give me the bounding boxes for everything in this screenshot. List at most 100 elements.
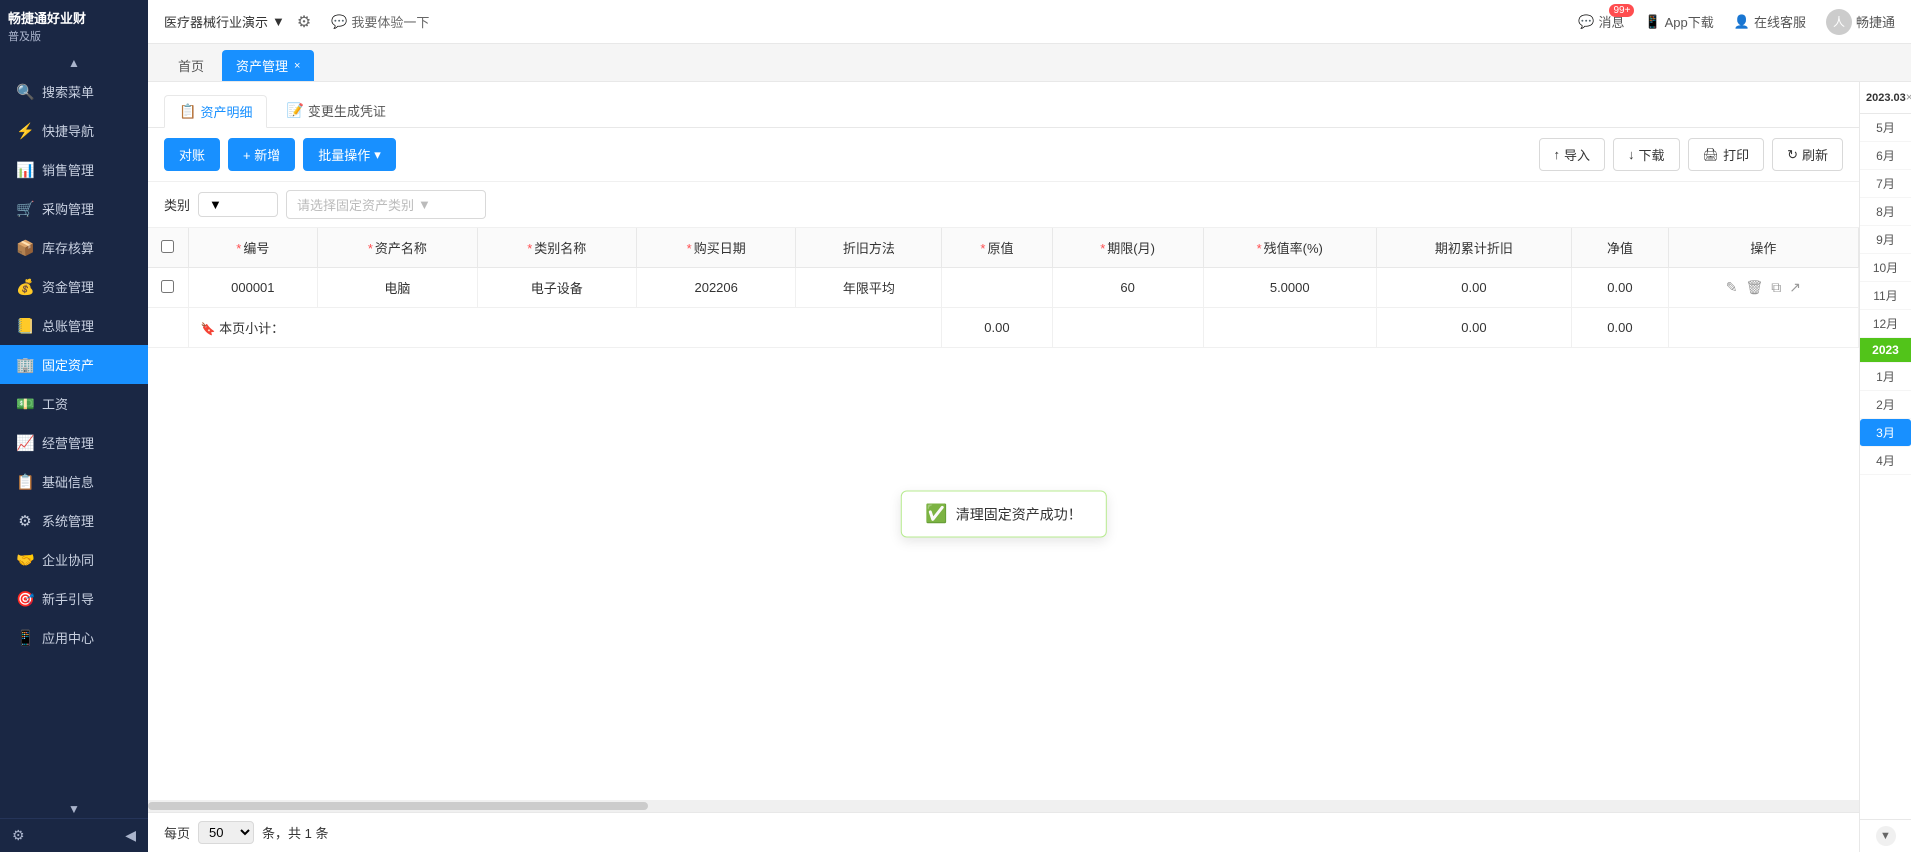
sidebar-item-system[interactable]: ⚙ 系统管理 — [0, 501, 148, 540]
print-button[interactable]: 🖨 打印 — [1688, 138, 1765, 171]
per-page-select[interactable]: 50 100 200 — [198, 821, 254, 844]
row-period: 60 — [1052, 268, 1203, 308]
success-toast: ✅ 清理固定资产成功！ — [900, 491, 1106, 538]
copy-icon[interactable]: ⧉ — [1771, 279, 1781, 296]
reconcile-button[interactable]: 对账 — [164, 138, 220, 171]
sidebar-item-basic-info[interactable]: 📋 基础信息 — [0, 462, 148, 501]
topbar-settings-icon[interactable]: ⚙ — [297, 12, 311, 32]
user-profile[interactable]: 人 畅捷通 — [1826, 9, 1895, 35]
month-item-2023[interactable]: 2023 — [1860, 338, 1911, 363]
experience-label: 我要体验一下 — [351, 12, 429, 31]
app-title: 畅捷通好业财 — [8, 10, 86, 28]
filter-asset-category-input[interactable]: 请选择固定资产类别 ▼ — [286, 190, 486, 219]
row-checkbox[interactable] — [161, 280, 174, 293]
content-area: 📋 资产明细 📝 变更生成凭证 对账 + 新增 批量操作 ▾ — [148, 82, 1911, 852]
funds-icon: 💰 — [16, 278, 34, 296]
sub-tab-change-voucher[interactable]: 📝 变更生成凭证 — [271, 94, 400, 127]
row-initial-accum: 0.00 — [1376, 268, 1571, 308]
basic-info-icon: 📋 — [16, 473, 34, 491]
month-item-11月[interactable]: 11月 — [1860, 282, 1911, 310]
month-item-9月[interactable]: 9月 — [1860, 226, 1911, 254]
batch-ops-label: 批量操作 — [318, 145, 370, 164]
sidebar-item-app-center[interactable]: 📱 应用中心 — [0, 618, 148, 657]
sidebar-item-fixed-assets[interactable]: 🏢 固定资产 — [0, 345, 148, 384]
subtotal-period — [1052, 308, 1203, 348]
print-label: 打印 — [1723, 145, 1749, 164]
success-message: 清理固定资产成功！ — [956, 504, 1082, 524]
sidebar-item-quick-nav[interactable]: ⚡ 快捷导航 — [0, 111, 148, 150]
company-selector[interactable]: 医疗器械行业演示 ▼ — [164, 12, 285, 31]
filter-input-arrow: ▼ — [418, 197, 431, 212]
online-service-button[interactable]: 👤 在线客服 — [1734, 12, 1806, 31]
app-download-button[interactable]: 📱 App下载 — [1644, 12, 1713, 31]
tab-home[interactable]: 首页 — [164, 50, 218, 81]
inventory-icon: 📦 — [16, 239, 34, 257]
filter-category-label: 类别 — [164, 195, 190, 214]
refresh-button[interactable]: ↻ 刷新 — [1772, 138, 1843, 171]
month-item-12月[interactable]: 12月 — [1860, 310, 1911, 338]
sidebar-items: 🔍 搜索菜单 ⚡ 快捷导航 📊 销售管理 🛒 采购管理 📦 库存核算 💰 资金管… — [0, 72, 148, 800]
new-button[interactable]: + 新增 — [228, 138, 295, 171]
sidebar-item-purchase[interactable]: 🛒 采购管理 — [0, 189, 148, 228]
sidebar-item-enterprise[interactable]: 🤝 企业协同 — [0, 540, 148, 579]
month-item-6月[interactable]: 6月 — [1860, 142, 1911, 170]
scrollbar-thumb[interactable] — [148, 802, 648, 810]
sidebar-label-sales: 销售管理 — [42, 160, 94, 179]
sidebar-item-funds[interactable]: 💰 资金管理 — [0, 267, 148, 306]
settings-icon[interactable]: ⚙ — [12, 827, 25, 844]
content-main: 📋 资产明细 📝 变更生成凭证 对账 + 新增 批量操作 ▾ — [148, 82, 1859, 852]
sidebar-scroll-up[interactable]: ▲ — [0, 54, 148, 72]
company-arrow-icon: ▼ — [272, 14, 285, 29]
filter-select-arrow: ▼ — [209, 197, 222, 212]
message-button[interactable]: 💬 消息 99+ — [1578, 12, 1624, 31]
sidebar-item-inventory[interactable]: 📦 库存核算 — [0, 228, 148, 267]
col-depreciation: 折旧方法 — [796, 228, 942, 268]
sidebar-item-search[interactable]: 🔍 搜索菜单 — [0, 72, 148, 111]
sidebar-item-payroll[interactable]: 💵 工资 — [0, 384, 148, 423]
batch-arrow-icon: ▾ — [374, 147, 381, 163]
month-item-7月[interactable]: 7月 — [1860, 170, 1911, 198]
right-panel-year: 2023.03 — [1866, 92, 1906, 104]
row-net-value: 0.00 — [1572, 268, 1669, 308]
month-item-1月[interactable]: 1月 — [1860, 363, 1911, 391]
app-download-label: App下载 — [1665, 12, 1714, 31]
print-icon: 🖨 — [1703, 147, 1720, 163]
sidebar: 畅捷通好业财 普及版 ▲ 🔍 搜索菜单 ⚡ 快捷导航 📊 销售管理 🛒 采购管理… — [0, 0, 148, 852]
month-item-3月[interactable]: 3月 — [1860, 419, 1911, 447]
export-button[interactable]: ↑ 导入 — [1539, 138, 1606, 171]
month-item-5月[interactable]: 5月 — [1860, 114, 1911, 142]
month-item-2月[interactable]: 2月 — [1860, 391, 1911, 419]
operations-icon: 📈 — [16, 434, 34, 452]
right-panel-close-icon[interactable]: × — [1906, 90, 1911, 105]
table-row: 000001 电脑 电子设备 202206 年限平均 60 5.0000 0.0… — [148, 268, 1859, 308]
delete-icon[interactable]: 🗑 — [1746, 279, 1764, 296]
filter-row: 类别 ▼ 请选择固定资产类别 ▼ — [148, 182, 1859, 228]
sidebar-item-guide[interactable]: 🎯 新手引导 — [0, 579, 148, 618]
row-purchase-date: 202206 — [636, 268, 795, 308]
experience-button[interactable]: 💬 我要体验一下 — [331, 12, 429, 31]
month-item-4月[interactable]: 4月 — [1860, 447, 1911, 475]
more-icon[interactable]: ↗ — [1789, 279, 1801, 296]
select-all-checkbox[interactable] — [161, 240, 174, 253]
sidebar-item-operations[interactable]: 📈 经营管理 — [0, 423, 148, 462]
message-icon: 💬 — [1578, 14, 1594, 30]
month-scroll-down[interactable]: ▼ — [1876, 826, 1896, 846]
reconcile-label: 对账 — [179, 145, 205, 164]
right-panel-header: 2023.03 × ⤢ — [1860, 82, 1911, 114]
horizontal-scrollbar[interactable] — [148, 800, 1859, 812]
sidebar-label-payroll: 工资 — [42, 394, 68, 413]
download-button[interactable]: ↓ 下载 — [1613, 138, 1680, 171]
edit-icon[interactable]: ✎ — [1726, 279, 1738, 296]
sidebar-item-sales[interactable]: 📊 销售管理 — [0, 150, 148, 189]
username-label: 畅捷通 — [1856, 12, 1895, 31]
month-item-8月[interactable]: 8月 — [1860, 198, 1911, 226]
sidebar-item-ledger[interactable]: 📒 总账管理 — [0, 306, 148, 345]
batch-ops-button[interactable]: 批量操作 ▾ — [303, 138, 396, 171]
tab-asset-management[interactable]: 资产管理 × — [222, 50, 314, 81]
sub-tab-asset-detail[interactable]: 📋 资产明细 — [164, 95, 267, 128]
tab-close-icon[interactable]: × — [294, 60, 300, 72]
month-item-10月[interactable]: 10月 — [1860, 254, 1911, 282]
collapse-icon[interactable]: ◀ — [125, 827, 136, 844]
filter-category-select[interactable]: ▼ — [198, 192, 278, 217]
sidebar-scroll-down[interactable]: ▼ — [0, 800, 148, 818]
